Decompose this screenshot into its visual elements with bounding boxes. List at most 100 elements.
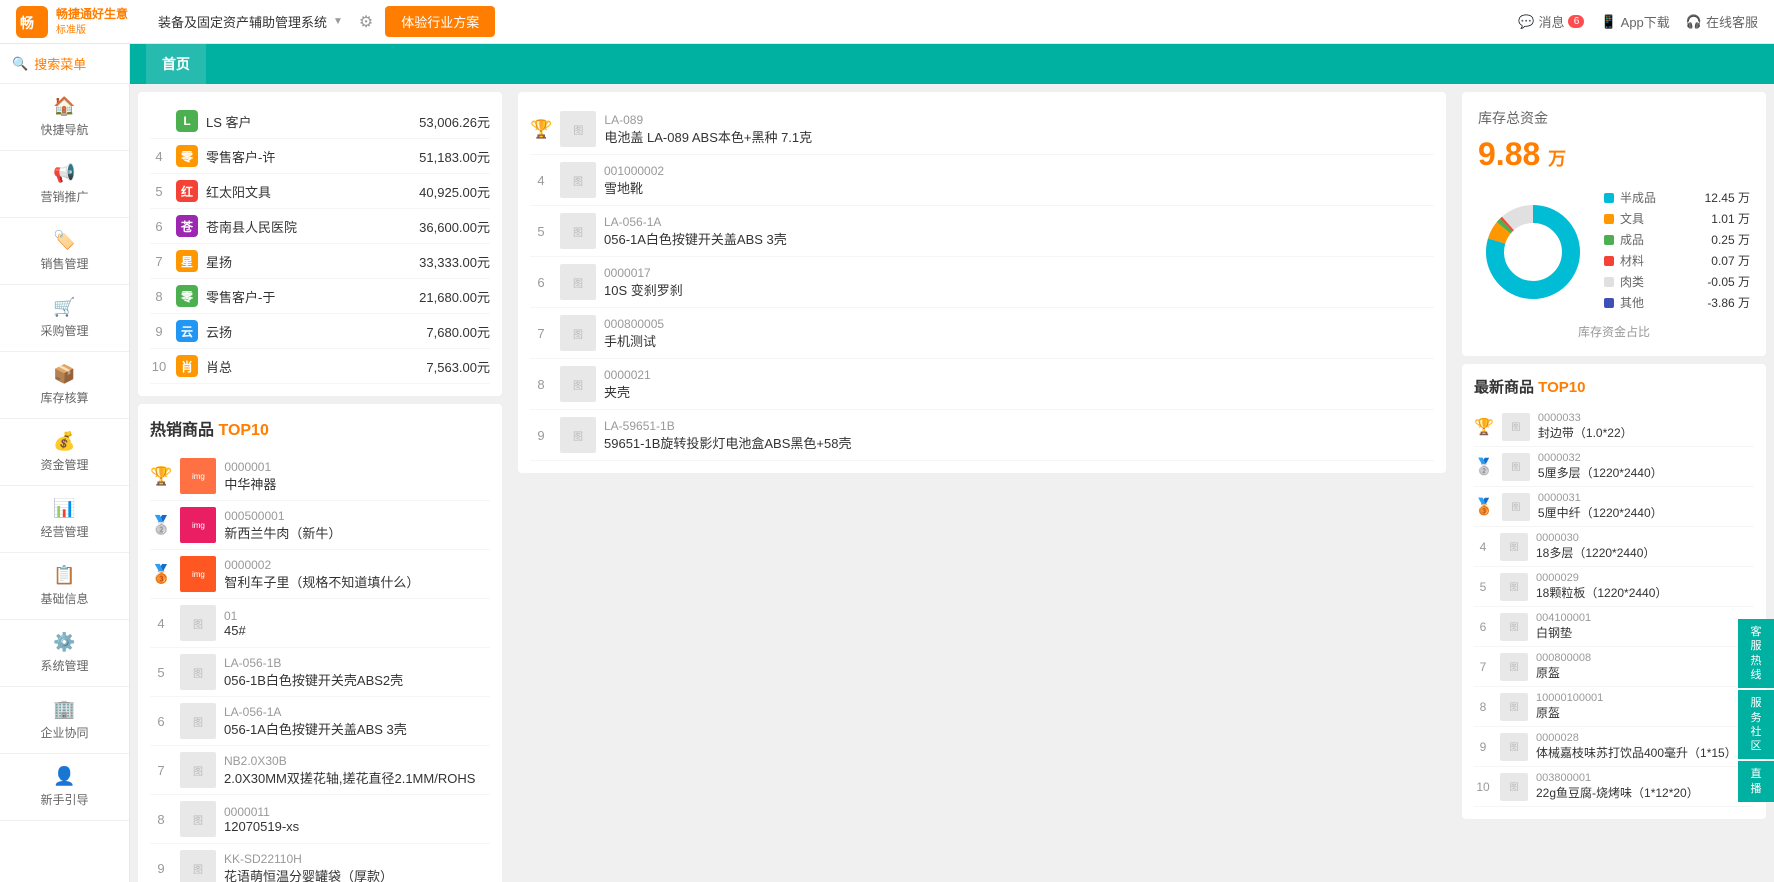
sidebar-item-enterprise[interactable]: 🏢 企业协同 (0, 687, 129, 754)
product-image-placeholder: 图 (180, 605, 216, 641)
newest-products-card: 最新商品 TOP10 🏆 图 0000033 封边带（1.0*22） 🥈 (1462, 364, 1766, 819)
customer-ranking-card: L LS 客户 53,006.26元 4 零 零售客户-许 51,183.00元 (138, 92, 502, 396)
legend-dot (1604, 214, 1614, 224)
phone-icon: 📱 (1600, 14, 1616, 30)
hot-products-left-title: 热销商品 TOP10 (150, 416, 490, 440)
chevron-down-icon: ▼ (333, 16, 343, 27)
logo-icon: 畅 (16, 6, 48, 38)
online-service-item[interactable]: 🎧 在线客服 (1686, 12, 1758, 31)
product-image-placeholder: 图 (1500, 773, 1528, 801)
product-image-placeholder: 图 (1502, 493, 1530, 521)
trial-button[interactable]: 体验行业方案 (385, 6, 495, 37)
rank-number: 5 (150, 184, 168, 199)
legend-item: 文具 1.01 万 (1604, 210, 1750, 227)
inventory-icon: 📦 (53, 364, 75, 385)
operations-icon: 📊 (53, 498, 75, 519)
rank-medal-icon: 🥈 (1474, 457, 1494, 477)
newest-row: 7 图 000800008 原盔 (1474, 647, 1754, 687)
sidebar-item-basic[interactable]: 📋 基础信息 (0, 553, 129, 620)
hot-products-left-list: 🏆 img 0000001 中华神器 🥈 img (150, 452, 490, 882)
ranking-row: 6 苍 苍南县人民医院 36,600.00元 (150, 209, 490, 244)
newest-row: 🥉 图 0000031 5厘中纤（1220*2440） (1474, 487, 1754, 527)
product-image-placeholder: 图 (180, 752, 216, 788)
cs-community-button[interactable]: 服务 社区 (1738, 690, 1774, 759)
top-bar: 畅 畅捷通好生意 标准版 装备及固定资产辅助管理系统 ▼ ⚙ 体验行业方案 💬 … (0, 0, 1774, 44)
customer-amount: 51,183.00元 (419, 147, 490, 166)
customer-amount: 36,600.00元 (419, 217, 490, 236)
sidebar-item-finance[interactable]: 💰 资金管理 (0, 419, 129, 486)
legend-label: 文具 (1620, 210, 1705, 227)
inventory-value: 9.88 (1478, 136, 1540, 172)
donut-chart (1478, 197, 1588, 307)
legend-label: 成品 (1620, 231, 1705, 248)
newest-row: 6 图 004100001 白钢垫 (1474, 607, 1754, 647)
legend-label: 半成品 (1620, 189, 1699, 206)
cs-hotline-button[interactable]: 客服 热线 (1738, 619, 1774, 688)
legend-value: 1.01 万 (1711, 210, 1750, 227)
hot-product-row: 6 图 LA-056-1A 056-1A白色按键开关盖ABS 3壳 (150, 697, 490, 746)
search-menu-item[interactable]: 🔍 搜索菜单 (0, 44, 129, 84)
sidebar-label-newbie: 新手引导 (40, 791, 88, 808)
product-image-placeholder: 图 (560, 417, 596, 453)
legend-item: 肉类 -0.05 万 (1604, 273, 1750, 290)
rank-number: 8 (530, 377, 552, 392)
sidebar-item-operations[interactable]: 📊 经营管理 (0, 486, 129, 553)
ranking-row: 7 星 星扬 33,333.00元 (150, 244, 490, 279)
ranking-row: 10 肖 肖总 7,563.00元 (150, 349, 490, 384)
sidebar-item-purchase[interactable]: 🛒 采购管理 (0, 285, 129, 352)
logo-area: 畅 畅捷通好生意 标准版 (16, 6, 146, 38)
product-image: img (180, 556, 216, 592)
gear-icon[interactable]: ⚙ (359, 12, 373, 32)
product-image-placeholder: 图 (560, 162, 596, 198)
right-panel: 库存总资金 9.88 万 (1454, 84, 1774, 882)
newest-row: 5 图 0000029 18颗粒板（1220*2440） (1474, 567, 1754, 607)
product-image-placeholder: 图 (180, 801, 216, 837)
hot-mid-row: 7 图 000800005 手机测试 (530, 308, 1434, 359)
sidebar-label-system: 系统管理 (40, 657, 88, 674)
rank-number: 7 (1474, 660, 1492, 674)
ranking-row: 5 红 红太阳文具 40,925.00元 (150, 174, 490, 209)
product-image-placeholder: 图 (560, 264, 596, 300)
hot-product-row: 5 图 LA-056-1B 056-1B白色按键开关壳ABS2壳 (150, 648, 490, 697)
customer-amount: 21,680.00元 (419, 287, 490, 306)
notification-badge: 6 (1568, 15, 1584, 28)
sidebar-item-marketing[interactable]: 📢 营销推广 (0, 151, 129, 218)
rank-number: 8 (150, 289, 168, 304)
sidebar-item-system[interactable]: ⚙️ 系统管理 (0, 620, 129, 687)
sidebar-item-newbie[interactable]: 👤 新手引导 (0, 754, 129, 821)
sidebar-item-inventory[interactable]: 📦 库存核算 (0, 352, 129, 419)
hot-products-middle-list: 🏆 图 LA-089 电池盖 LA-089 ABS本色+黑种 7.1克 4 图 (530, 104, 1434, 461)
rank-number: 9 (150, 324, 168, 339)
enterprise-icon: 🏢 (53, 699, 75, 720)
main-layout: 🔍 搜索菜单 🏠 快捷导航 📢 营销推广 🏷️ 销售管理 🛒 采购管理 📦 库存… (0, 44, 1774, 882)
customer-amount: 40,925.00元 (419, 182, 490, 201)
inventory-footer: 库存资金占比 (1478, 323, 1750, 340)
product-image-placeholder: 图 (1500, 573, 1528, 601)
rank-medal-icon: 🏆 (530, 119, 552, 140)
system-selector[interactable]: 装备及固定资产辅助管理系统 ▼ (158, 12, 343, 31)
rank-number: 4 (530, 173, 552, 188)
inventory-title: 库存总资金 (1478, 108, 1750, 128)
rank-badge: 苍 (176, 215, 198, 237)
home-icon: 🏠 (53, 96, 75, 117)
notification-item[interactable]: 💬 消息 6 (1518, 12, 1584, 31)
middle-panel: 🏆 图 LA-089 电池盖 LA-089 ABS本色+黑种 7.1克 4 图 (510, 84, 1454, 882)
hot-product-row: 9 图 KK-SD22110H 花语萌恒温分婴罐袋（厚款） (150, 844, 490, 882)
rank-medal-icon: 🏆 (1474, 417, 1494, 437)
rank-number: 4 (1474, 540, 1492, 554)
hot-product-row: 🏆 img 0000001 中华神器 (150, 452, 490, 501)
app-download-item[interactable]: 📱 App下载 (1600, 12, 1669, 31)
inventory-unit: 万 (1548, 149, 1566, 169)
legend-label: 肉类 (1620, 273, 1701, 290)
sidebar-item-quick-nav[interactable]: 🏠 快捷导航 (0, 84, 129, 151)
rank-number: 6 (530, 275, 552, 290)
system-icon: ⚙️ (53, 632, 75, 653)
tab-home[interactable]: 首页 (146, 44, 206, 84)
product-image-placeholder: 图 (1502, 413, 1530, 441)
customer-ranking-table: L LS 客户 53,006.26元 4 零 零售客户-许 51,183.00元 (150, 104, 490, 384)
product-image-placeholder: 图 (1500, 613, 1528, 641)
sidebar-item-sales[interactable]: 🏷️ 销售管理 (0, 218, 129, 285)
cs-live-button[interactable]: 直播 (1738, 761, 1774, 802)
legend-value: 0.25 万 (1711, 231, 1750, 248)
sidebar: 🔍 搜索菜单 🏠 快捷导航 📢 营销推广 🏷️ 销售管理 🛒 采购管理 📦 库存… (0, 44, 130, 882)
